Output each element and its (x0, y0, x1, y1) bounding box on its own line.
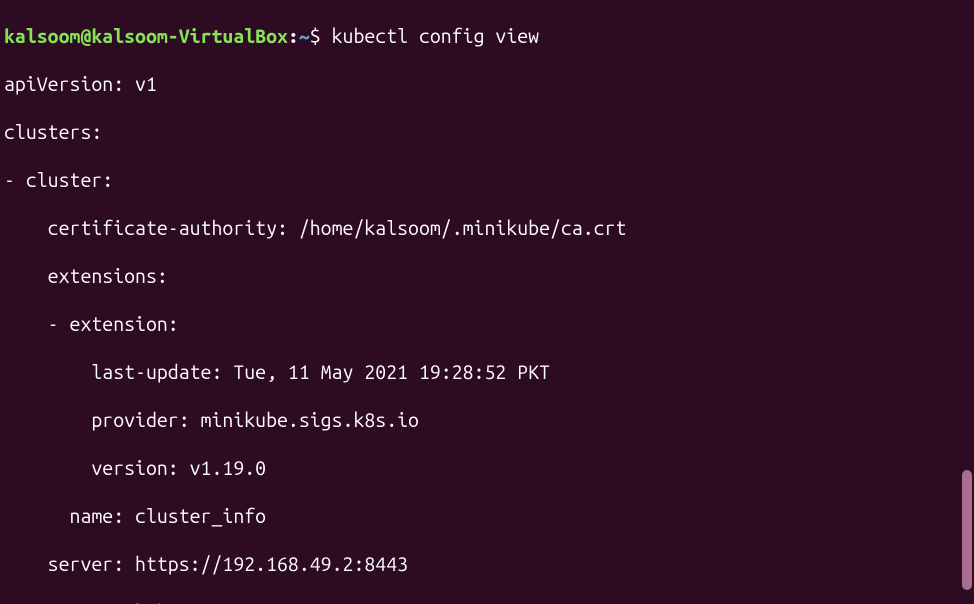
prompt-path: ~ (299, 25, 310, 47)
command-text: kubectl config view (332, 25, 539, 47)
output-line: certificate-authority: /home/kalsoom/.mi… (4, 216, 970, 240)
output-line: clusters: (4, 120, 970, 144)
output-line: name: minikube (4, 600, 970, 604)
output-line: - cluster: (4, 168, 970, 192)
terminal-output[interactable]: kalsoom@kalsoom-VirtualBox:~$ kubectl co… (0, 0, 974, 604)
output-line: - extension: (4, 312, 970, 336)
output-line: version: v1.19.0 (4, 456, 970, 480)
prompt-dollar: $ (310, 25, 332, 47)
output-line: extensions: (4, 264, 970, 288)
scrollbar-track[interactable] (960, 0, 974, 604)
output-line: server: https://192.168.49.2:8443 (4, 552, 970, 576)
prompt-line: kalsoom@kalsoom-VirtualBox:~$ kubectl co… (4, 24, 970, 48)
scrollbar-thumb[interactable] (962, 470, 972, 590)
output-line: provider: minikube.sigs.k8s.io (4, 408, 970, 432)
prompt-colon: : (288, 25, 299, 47)
output-line: apiVersion: v1 (4, 72, 970, 96)
prompt-user-host: kalsoom@kalsoom-VirtualBox (4, 25, 288, 47)
output-line: last-update: Tue, 11 May 2021 19:28:52 P… (4, 360, 970, 384)
output-line: name: cluster_info (4, 504, 970, 528)
